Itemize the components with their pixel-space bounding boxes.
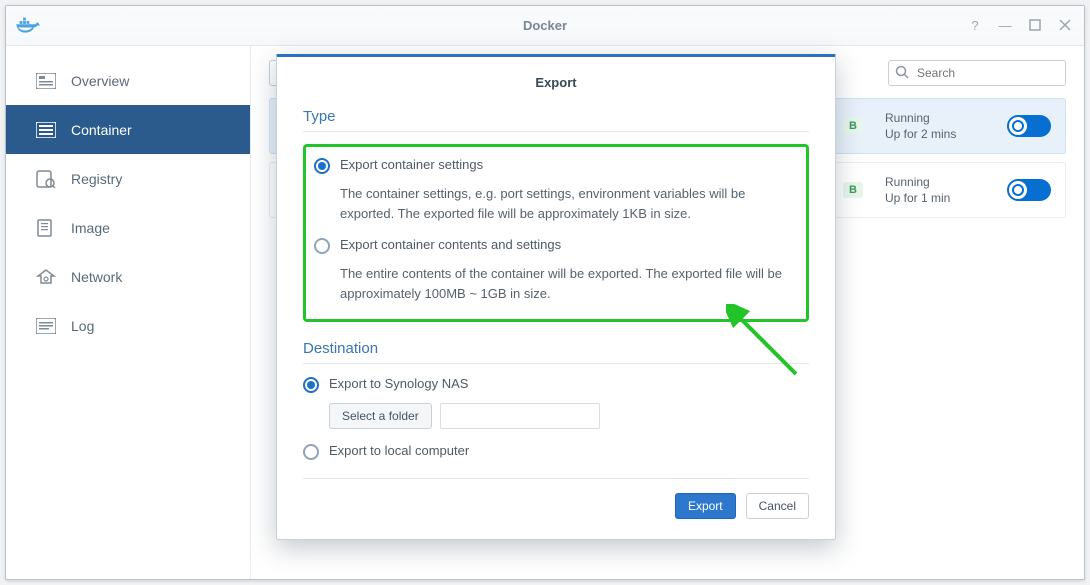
docker-window: Docker ? — Overview Conta	[5, 5, 1085, 580]
option-desc: The entire contents of the container wil…	[340, 264, 798, 303]
option-label: Export container contents and settings	[340, 237, 798, 254]
registry-icon	[36, 170, 56, 188]
uptime-text: Up for 1 min	[885, 191, 985, 205]
running-toggle[interactable]	[1007, 115, 1051, 137]
highlight-box: Export container settings The container …	[303, 144, 809, 322]
radio-export-settings[interactable]	[314, 158, 330, 174]
sidebar-item-container[interactable]: Container	[6, 105, 250, 154]
option-label: Export to local computer	[329, 443, 809, 460]
app-icon	[6, 15, 42, 37]
select-folder-button[interactable]: Select a folder	[329, 403, 432, 429]
sidebar-item-overview[interactable]: Overview	[6, 56, 250, 105]
option-desc: The container settings, e.g. port settin…	[340, 184, 798, 223]
container-icon	[36, 121, 56, 139]
network-icon	[36, 268, 56, 286]
size-badge: B	[843, 118, 863, 134]
export-button[interactable]: Export	[675, 493, 736, 519]
whale-icon	[14, 15, 42, 37]
sidebar-item-registry[interactable]: Registry	[6, 154, 250, 203]
radio-dest-nas[interactable]	[303, 377, 319, 393]
sidebar-item-label: Network	[71, 269, 122, 285]
sidebar: Overview Container Registry Image	[6, 46, 251, 579]
sidebar-item-network[interactable]: Network	[6, 252, 250, 301]
uptime-text: Up for 2 mins	[885, 127, 985, 141]
size-badge: B	[843, 182, 863, 198]
running-toggle[interactable]	[1007, 179, 1051, 201]
status-text: Running	[885, 111, 985, 125]
sidebar-item-log[interactable]: Log	[6, 301, 250, 350]
destination-heading: Destination	[303, 340, 809, 364]
log-icon	[36, 317, 56, 335]
close-icon[interactable]	[1054, 14, 1076, 36]
cancel-button[interactable]: Cancel	[746, 493, 809, 519]
image-icon	[36, 219, 56, 237]
sidebar-item-label: Log	[71, 318, 94, 334]
option-label: Export container settings	[340, 157, 798, 174]
sidebar-item-label: Registry	[71, 171, 122, 187]
window-title: Docker	[6, 18, 1084, 33]
sidebar-item-image[interactable]: Image	[6, 203, 250, 252]
radio-dest-local[interactable]	[303, 444, 319, 460]
sidebar-item-label: Container	[71, 122, 132, 138]
modal-title: Export	[303, 75, 809, 90]
sidebar-item-label: Overview	[71, 73, 129, 89]
overview-icon	[36, 72, 56, 90]
search-icon	[895, 65, 909, 84]
radio-export-contents[interactable]	[314, 238, 330, 254]
status-text: Running	[885, 175, 985, 189]
titlebar: Docker ? —	[6, 6, 1084, 46]
export-modal: Export Type Export container settings Th…	[276, 54, 836, 540]
sidebar-item-label: Image	[71, 220, 110, 236]
help-icon[interactable]: ?	[964, 14, 986, 36]
maximize-icon[interactable]	[1024, 14, 1046, 36]
folder-path-input[interactable]	[440, 403, 600, 429]
minimize-icon[interactable]: —	[994, 14, 1016, 36]
option-label: Export to Synology NAS	[329, 376, 809, 393]
type-heading: Type	[303, 108, 809, 132]
search-input[interactable]	[888, 60, 1066, 86]
